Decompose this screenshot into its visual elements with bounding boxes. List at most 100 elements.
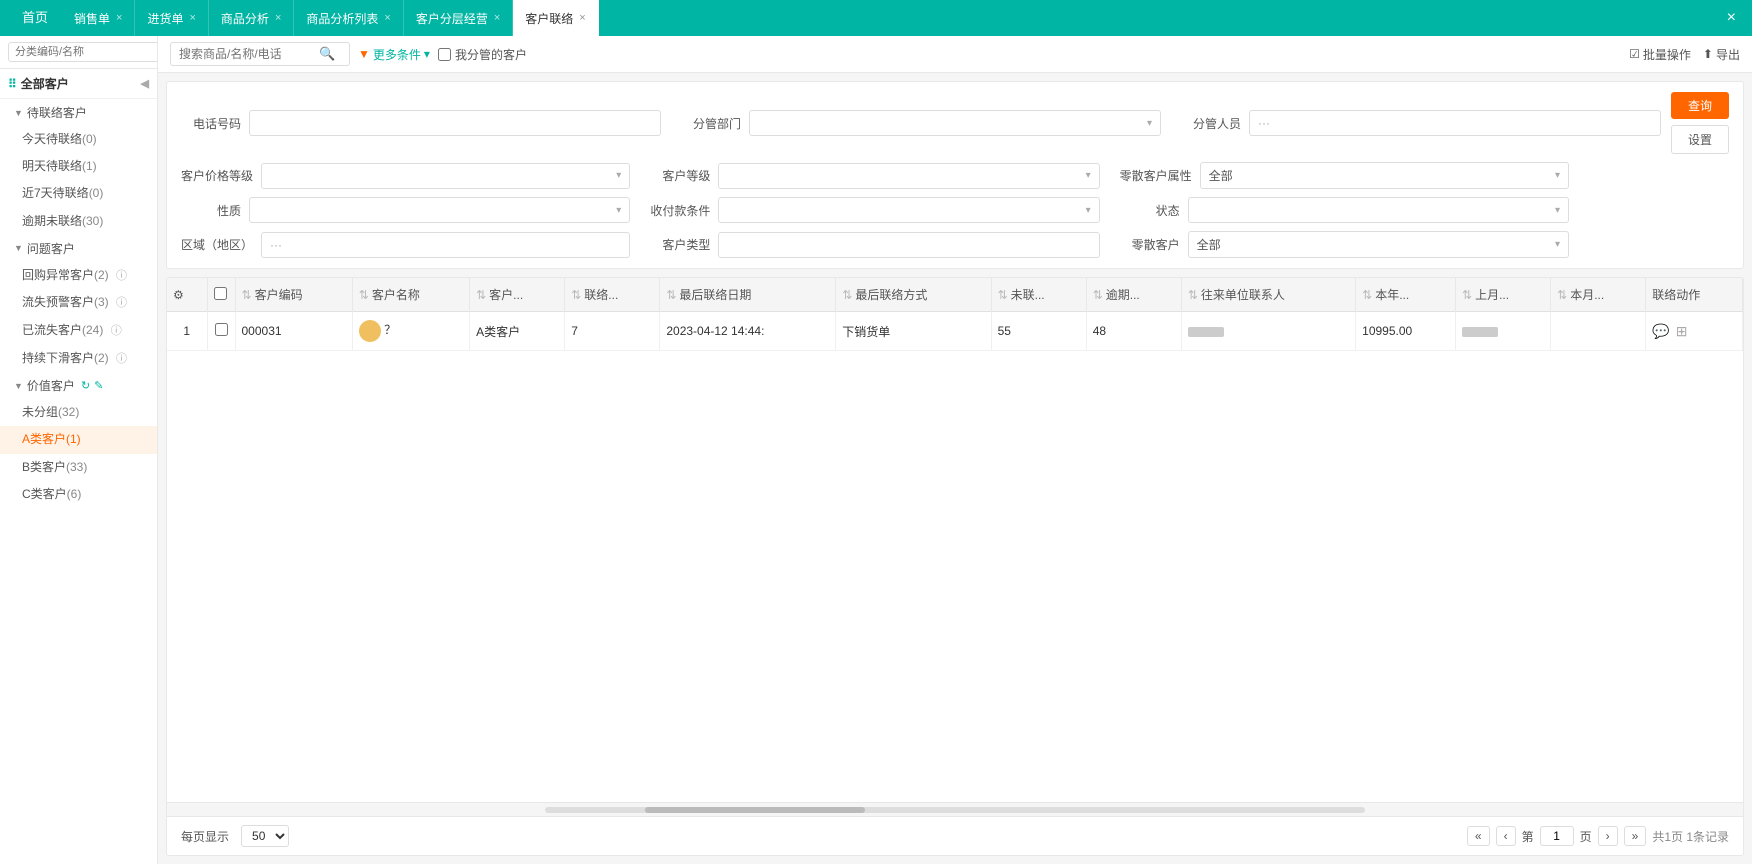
batch-icon: ☑ <box>1629 47 1640 61</box>
nav-home[interactable]: 首页 <box>8 0 62 36</box>
th-last-method: ⇅最后联络方式 <box>836 278 991 312</box>
sidebar-item-tomorrow-pending[interactable]: 明天待联络(1) <box>0 153 157 180</box>
nav-tab-sales[interactable]: 销售单 × <box>62 0 135 36</box>
batch-operation-button[interactable]: ☑ 批量操作 <box>1629 46 1691 63</box>
pending-contact-group[interactable]: ▼ 待联络客户 <box>0 99 157 126</box>
customer-level-label: 客户等级 <box>650 167 710 184</box>
nav-tab-customer-contact[interactable]: 客户联络 × <box>513 0 598 36</box>
page-number-input[interactable] <box>1540 826 1574 846</box>
sidebar-item-churned[interactable]: 已流失客户(24) ⓘ <box>0 317 157 345</box>
row-checkbox[interactable] <box>215 323 228 336</box>
sidebar-item-churn-warning[interactable]: 流失预警客户(3) ⓘ <box>0 289 157 317</box>
th-this-year: ⇅本年... <box>1356 278 1456 312</box>
customer-type-input[interactable] <box>718 232 1099 258</box>
sidebar-item-7days-pending[interactable]: 近7天待联络(0) <box>0 180 157 207</box>
row-checkbox-cell <box>207 312 235 351</box>
retail-customer-select[interactable]: 全部▾ <box>1188 231 1569 258</box>
problem-customer-group[interactable]: ▼ 问题客户 <box>0 235 157 262</box>
phone-input[interactable] <box>249 110 661 136</box>
row-this-year: 10995.00 <box>1356 312 1456 351</box>
triangle-icon-3: ▼ <box>14 381 23 391</box>
sidebar-item-repurchase-abnormal[interactable]: 回购异常客户(2) ⓘ <box>0 262 157 290</box>
manager-input[interactable]: ··· <box>1249 110 1661 136</box>
price-level-select[interactable]: ▾ <box>261 163 630 189</box>
page-size-select[interactable]: 50 <box>241 825 289 847</box>
my-customer-checkbox[interactable] <box>438 48 451 61</box>
payment-select[interactable]: ▾ <box>718 197 1099 223</box>
sidebar-item-ungrouped[interactable]: 未分组(32) <box>0 399 157 426</box>
filter-phone: 电话号码 <box>181 110 661 136</box>
th-this-year-sort-icon: ⇅ <box>1362 288 1372 302</box>
edit-icon[interactable]: ✎ <box>94 379 103 392</box>
region-input[interactable]: ··· <box>261 232 630 258</box>
nav-tab-customer-segment[interactable]: 客户分层经营 × <box>404 0 513 36</box>
close-analysis-tab-icon[interactable]: × <box>275 12 281 24</box>
top-nav: 首页 销售单 × 进货单 × 商品分析 × 商品分析列表 × 客户分层经营 × … <box>0 0 1752 36</box>
filter-row-1: 电话号码 分管部门 ▾ 分管人员 ··· <box>181 92 1729 154</box>
more-filter-button[interactable]: ▼ 更多条件 ▾ <box>358 46 430 63</box>
main-search-input[interactable] <box>179 47 319 61</box>
nav-tab-analysis-list[interactable]: 商品分析列表 × <box>294 0 403 36</box>
nature-select[interactable]: ▾ <box>249 197 630 223</box>
dept-label: 分管部门 <box>681 115 741 132</box>
value-customer-group[interactable]: ▼ 价值客户 ↻ ✎ <box>0 372 157 399</box>
sidebar-item-continuous-decline[interactable]: 持续下滑客户(2) ⓘ <box>0 345 157 373</box>
sidebar-item-class-c[interactable]: C类客户(6) <box>0 481 157 508</box>
filter-customer-level: 客户等级 ▾ <box>650 163 1099 189</box>
main-search-icon[interactable]: 🔍 <box>319 46 335 62</box>
filter-arrow-icon: ▾ <box>424 47 430 61</box>
avatar <box>359 320 381 342</box>
close-segment-tab-icon[interactable]: × <box>494 12 500 24</box>
table-scroll-area[interactable]: ⚙ ⇅客户编码 ⇅客户名称 <box>167 278 1743 802</box>
horizontal-scrollbar[interactable] <box>167 802 1743 816</box>
sidebar-item-class-b[interactable]: B类客户(33) <box>0 454 157 481</box>
nav-tab-analysis[interactable]: 商品分析 × <box>209 0 294 36</box>
th-name: ⇅客户名称 <box>352 278 469 312</box>
data-table-wrap: ⚙ ⇅客户编码 ⇅客户名称 <box>166 277 1744 856</box>
all-customers-header[interactable]: ⠿ 全部客户 ◀ <box>0 69 157 99</box>
nav-tab-purchase[interactable]: 进货单 × <box>135 0 208 36</box>
status-select[interactable]: ▾ <box>1188 197 1569 223</box>
th-not-contacted: ⇅未联... <box>991 278 1086 312</box>
chat-icon[interactable]: 💬 <box>1652 323 1669 340</box>
customer-level-select[interactable]: ▾ <box>718 163 1099 189</box>
th-overdue: ⇅逾期... <box>1086 278 1181 312</box>
qr-icon[interactable]: ⊞ <box>1676 323 1688 340</box>
dept-select[interactable]: ▾ <box>749 110 1161 136</box>
toolbar-right: ☑ 批量操作 ⬆ 导出 <box>1629 46 1740 63</box>
row-not-contacted: 55 <box>991 312 1086 351</box>
my-customer-checkbox-label[interactable]: 我分管的客户 <box>438 46 527 63</box>
refresh-icon[interactable]: ↻ <box>81 379 90 392</box>
retail-attr-select[interactable]: 全部▾ <box>1200 162 1569 189</box>
filter-row-4: 区域（地区） ··· 客户类型 零散客户 全部▾ <box>181 231 1729 258</box>
category-search-input[interactable] <box>8 42 158 62</box>
th-name-sort-icon: ⇅ <box>359 288 369 302</box>
prev-page-button[interactable]: ‹ <box>1496 826 1516 846</box>
sidebar-item-today-pending[interactable]: 今天待联络(0) <box>0 126 157 153</box>
close-purchase-tab-icon[interactable]: × <box>189 12 195 24</box>
query-button[interactable]: 查询 <box>1671 92 1729 119</box>
sidebar-collapse-icon[interactable]: ◀ <box>141 77 149 90</box>
page-label: 第 <box>1522 828 1534 845</box>
close-sales-tab-icon[interactable]: × <box>116 12 122 24</box>
gear-icon[interactable]: ⚙ <box>173 288 184 302</box>
close-analysis-list-tab-icon[interactable]: × <box>384 12 390 24</box>
close-contact-tab-icon[interactable]: × <box>579 12 585 24</box>
th-overdue-sort-icon: ⇅ <box>1093 288 1103 302</box>
hscroll-thumb[interactable] <box>645 807 865 813</box>
export-button[interactable]: ⬆ 导出 <box>1703 46 1740 63</box>
row-last-method: 下销货单 <box>836 312 991 351</box>
th-this-month: ⇅本月... <box>1551 278 1646 312</box>
select-all-checkbox[interactable] <box>214 287 227 300</box>
filter-panel: 电话号码 分管部门 ▾ 分管人员 ··· <box>166 81 1744 269</box>
first-page-button[interactable]: « <box>1467 826 1490 846</box>
next-page-button[interactable]: › <box>1598 826 1618 846</box>
sidebar-item-overdue-contact[interactable]: 逾期未联络(30) <box>0 208 157 235</box>
last-page-button[interactable]: » <box>1624 826 1647 846</box>
last-method-link[interactable]: 下销货单 <box>842 325 890 339</box>
triangle-icon: ▼ <box>14 108 23 118</box>
row-type: A类客户 <box>470 312 565 351</box>
settings-button[interactable]: 设置 <box>1671 125 1729 154</box>
window-close-button[interactable]: × <box>1719 9 1744 27</box>
sidebar-item-class-a[interactable]: A类客户(1) <box>0 426 157 453</box>
